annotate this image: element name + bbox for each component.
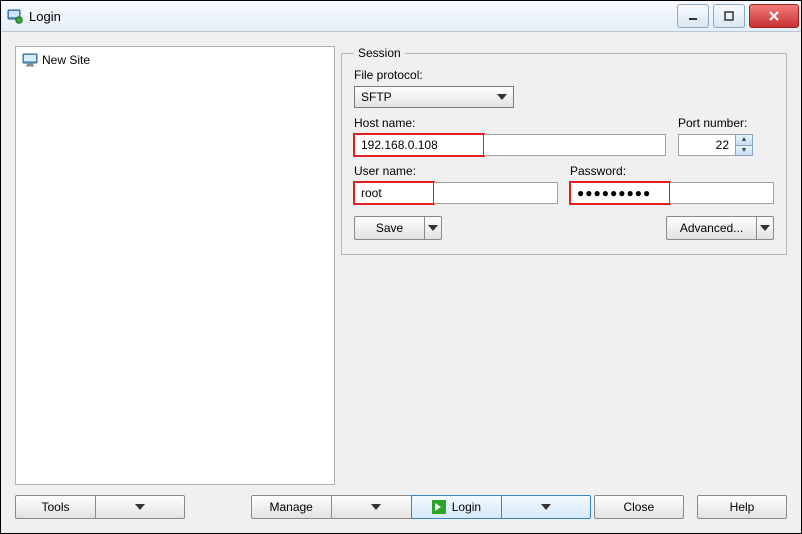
tools-button-group: Tools — [15, 495, 175, 519]
host-name-input-ext[interactable] — [484, 134, 666, 156]
login-button[interactable]: Login — [411, 495, 501, 519]
help-button[interactable]: Help — [697, 495, 787, 519]
minimize-button[interactable] — [677, 4, 709, 28]
save-dropdown[interactable] — [424, 216, 442, 240]
chevron-down-icon — [497, 94, 507, 100]
password-label: Password: — [570, 164, 774, 178]
host-name-input[interactable]: 192.168.0.108 — [354, 134, 484, 156]
file-protocol-value: SFTP — [361, 90, 392, 104]
save-button-group: Save — [354, 216, 442, 240]
manage-button-group: Manage — [251, 495, 411, 519]
session-legend: Session — [354, 46, 405, 60]
client-area: New Site Session File protocol: SFTP — [1, 32, 801, 533]
host-name-label: Host name: — [354, 116, 666, 130]
close-window-button[interactable] — [749, 4, 799, 28]
spin-down-icon: ▼ — [736, 146, 752, 156]
port-spinner[interactable]: ▲ ▼ — [736, 134, 753, 156]
tools-dropdown[interactable] — [95, 495, 185, 519]
manage-dropdown[interactable] — [331, 495, 421, 519]
manage-button[interactable]: Manage — [251, 495, 331, 519]
password-input[interactable]: ●●●●●●●●● — [570, 182, 670, 204]
maximize-icon — [724, 11, 734, 21]
titlebar: Login — [1, 1, 801, 32]
chevron-down-icon — [541, 504, 551, 510]
chevron-down-icon — [760, 225, 770, 231]
close-icon — [768, 10, 780, 22]
sites-list[interactable]: New Site — [15, 46, 335, 485]
tools-button[interactable]: Tools — [15, 495, 95, 519]
login-dropdown[interactable] — [501, 495, 591, 519]
port-number-input[interactable]: 22 — [678, 134, 736, 156]
chevron-down-icon — [428, 225, 438, 231]
advanced-dropdown[interactable] — [756, 216, 774, 240]
close-button[interactable]: Close — [594, 495, 684, 519]
monitor-icon — [22, 53, 38, 67]
user-name-label: User name: — [354, 164, 558, 178]
bottom-button-bar: Tools Manage Login — [15, 495, 787, 519]
window-title: Login — [29, 9, 61, 24]
login-button-group: Login — [411, 495, 581, 519]
login-icon — [432, 500, 446, 514]
password-input-ext[interactable] — [670, 182, 774, 204]
session-group: Session File protocol: SFTP Host name: — [341, 46, 787, 255]
file-protocol-label: File protocol: — [354, 68, 774, 82]
user-name-input[interactable]: root — [354, 182, 434, 204]
save-button[interactable]: Save — [354, 216, 424, 240]
chevron-down-icon — [371, 504, 381, 510]
chevron-down-icon — [135, 504, 145, 510]
user-name-input-ext[interactable] — [434, 182, 558, 204]
login-window: Login New Site — [0, 0, 802, 534]
site-item-new-site[interactable]: New Site — [22, 51, 328, 69]
file-protocol-select[interactable]: SFTP — [354, 86, 514, 108]
minimize-icon — [688, 11, 698, 21]
app-icon — [7, 8, 23, 24]
port-number-label: Port number: — [678, 116, 774, 130]
maximize-button[interactable] — [713, 4, 745, 28]
site-item-label: New Site — [42, 53, 90, 67]
spin-up-icon: ▲ — [736, 135, 752, 146]
advanced-button[interactable]: Advanced... — [666, 216, 756, 240]
advanced-button-group: Advanced... — [666, 216, 774, 240]
